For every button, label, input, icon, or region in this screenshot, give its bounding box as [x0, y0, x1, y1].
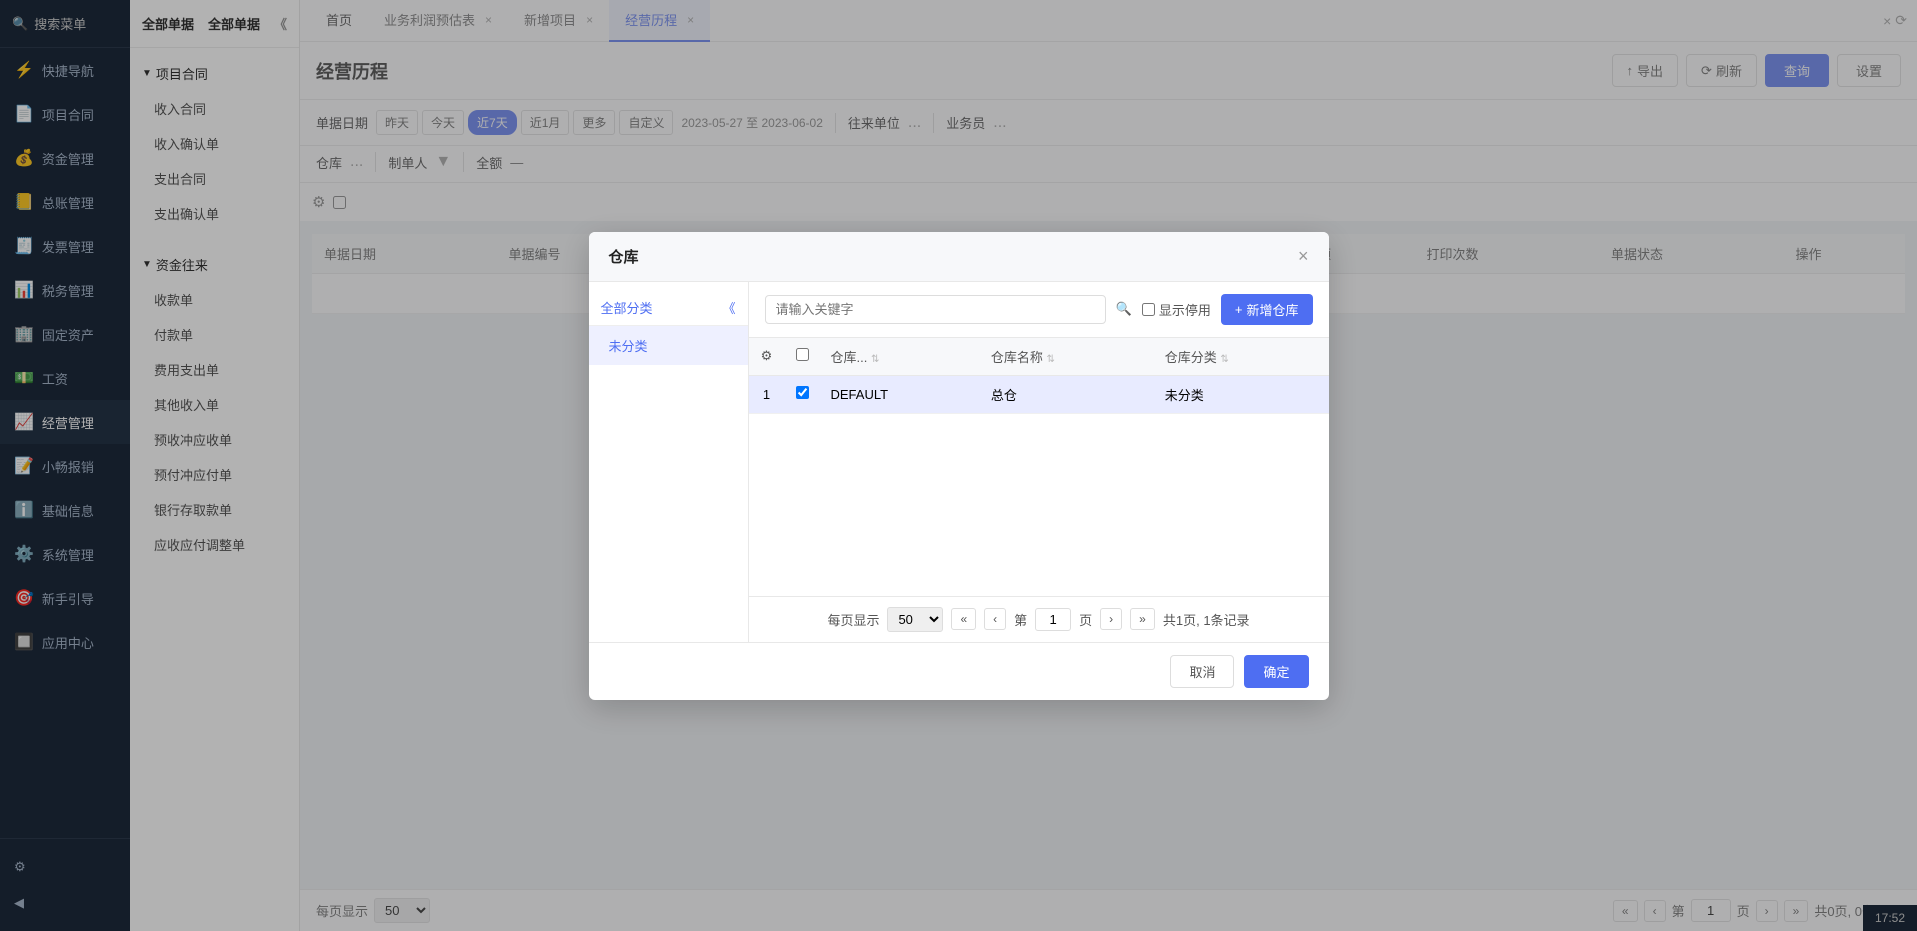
modal-search-input[interactable] — [765, 295, 1106, 324]
confirm-button[interactable]: 确定 — [1244, 655, 1308, 688]
all-category-label: 全部分类 — [601, 298, 653, 317]
modal-last-btn[interactable]: » — [1130, 608, 1155, 630]
modal-col-checkbox[interactable] — [785, 338, 821, 376]
modal-page-suffix: 页 — [1079, 610, 1092, 629]
modal-search-bar: 🔍 显示停用 + 新增仓库 — [749, 282, 1329, 338]
modal-row-checkbox[interactable] — [785, 375, 821, 413]
modal-col-name-label: 仓库名称 — [991, 350, 1043, 365]
modal-per-page-select[interactable]: 50 100 — [887, 607, 943, 632]
modal-table: ⚙ 仓库... ⇅ 仓库名称 ⇅ — [749, 338, 1329, 414]
sort-arrows-name[interactable]: ⇅ — [1047, 354, 1055, 365]
show-disabled-checkbox[interactable] — [1142, 303, 1155, 316]
sort-arrows-cat[interactable]: ⇅ — [1220, 354, 1228, 365]
modal-header: 仓库 × — [589, 232, 1329, 282]
modal-col-category: 仓库分类 ⇅ — [1155, 338, 1329, 376]
modal-close-btn[interactable]: × — [1298, 246, 1309, 267]
modal-title: 仓库 — [609, 246, 639, 267]
modal-sidebar-header[interactable]: 全部分类 《 — [589, 290, 748, 326]
show-disabled-text: 显示停用 — [1159, 300, 1211, 319]
modal-search-icon: 🔍 — [1116, 301, 1132, 317]
show-disabled-label: 显示停用 — [1142, 300, 1211, 319]
add-icon: + — [1235, 302, 1243, 317]
modal-next-btn[interactable]: › — [1100, 608, 1122, 630]
modal-table-row[interactable]: 1 DEFAULT 总仓 未分类 — [749, 375, 1329, 413]
modal-prev-btn[interactable]: ‹ — [984, 608, 1006, 630]
warehouse-modal: 仓库 × 全部分类 《 未分类 🔍 显示停用 — [589, 232, 1329, 700]
modal-col-cat-label: 仓库分类 — [1165, 350, 1217, 365]
modal-col-code-label: 仓库... — [831, 350, 868, 365]
settings-gear-icon[interactable]: ⚙ — [761, 348, 773, 363]
add-warehouse-button[interactable]: + 新增仓库 — [1221, 294, 1313, 325]
sort-arrows-code[interactable]: ⇅ — [871, 354, 879, 365]
add-warehouse-label: 新增仓库 — [1246, 300, 1298, 319]
modal-per-page-label: 每页显示 — [827, 610, 879, 629]
modal-body: 全部分类 《 未分类 🔍 显示停用 + 新增仓库 — [589, 282, 1329, 642]
modal-row-category: 未分类 — [1155, 375, 1329, 413]
modal-select-all[interactable] — [796, 348, 809, 361]
modal-row-index: 1 — [749, 375, 785, 413]
modal-sidebar-item-uncategorized[interactable]: 未分类 — [589, 326, 748, 365]
modal-footer: 取消 确定 — [589, 642, 1329, 700]
modal-total: 共1页, 1条记录 — [1163, 610, 1250, 629]
modal-col-settings[interactable]: ⚙ — [749, 338, 785, 376]
modal-sidebar-scroll: 未分类 — [589, 326, 748, 365]
modal-first-btn[interactable]: « — [951, 608, 976, 630]
modal-row-code: DEFAULT — [821, 375, 981, 413]
modal-page-input[interactable] — [1035, 608, 1071, 631]
modal-col-name: 仓库名称 ⇅ — [981, 338, 1155, 376]
modal-row-name: 总仓 — [981, 375, 1155, 413]
sidebar-collapse-icon[interactable]: 《 — [722, 298, 735, 317]
cancel-button[interactable]: 取消 — [1170, 655, 1234, 688]
modal-col-code: 仓库... ⇅ — [821, 338, 981, 376]
modal-sidebar: 全部分类 《 未分类 — [589, 282, 749, 642]
modal-page-label: 第 — [1014, 610, 1027, 629]
modal-content: 🔍 显示停用 + 新增仓库 ⚙ — [749, 282, 1329, 642]
modal-pagination: 每页显示 50 100 « ‹ 第 页 › » 共1页, 1条记录 — [749, 596, 1329, 642]
modal-table-wrap: ⚙ 仓库... ⇅ 仓库名称 ⇅ — [749, 338, 1329, 596]
